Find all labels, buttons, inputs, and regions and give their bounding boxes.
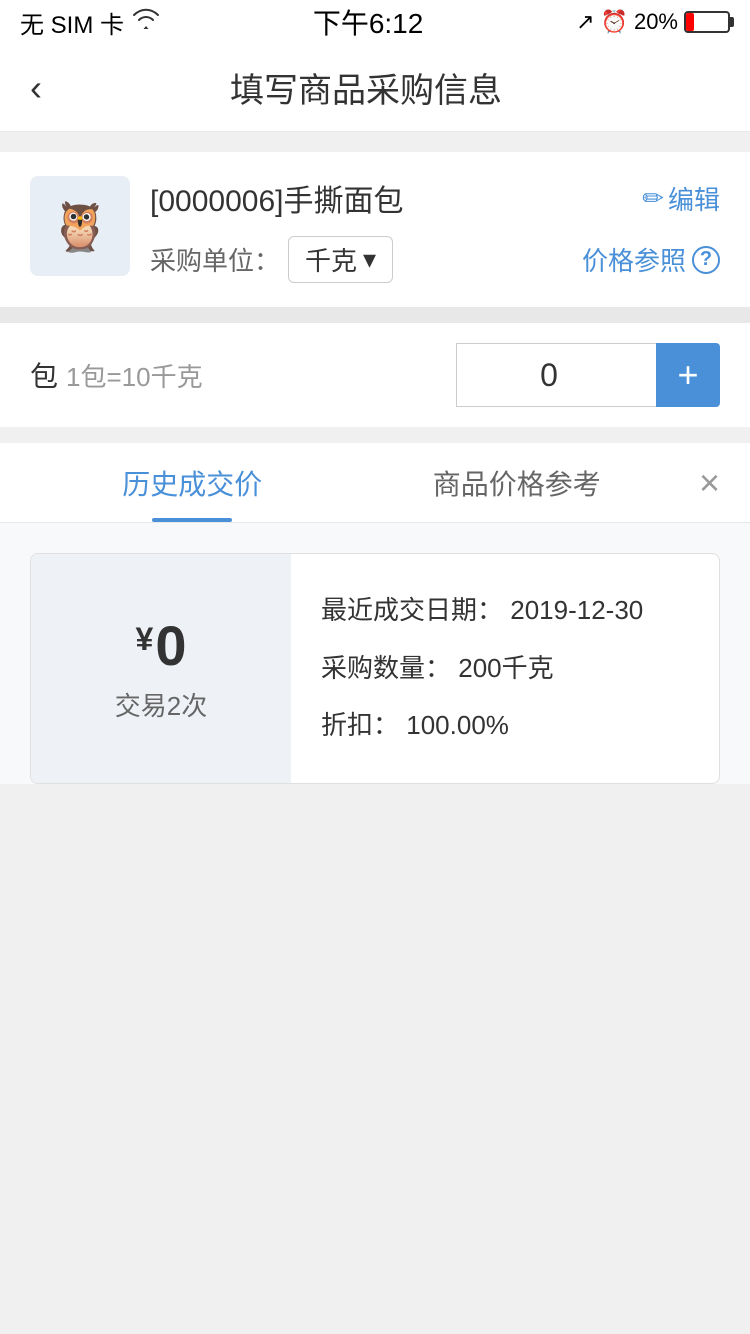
page-title: 填写商品采购信息 (62, 63, 670, 112)
section-divider (0, 307, 750, 323)
status-time: 下午6:12 (313, 2, 424, 42)
product-card: 🦉 [0000006]手撕面包 ✏ 编辑 采购单位： 千克 ▾ (0, 152, 750, 307)
tab-product-price-ref[interactable]: 商品价格参考 (354, 443, 678, 522)
unit-value: 千克 (305, 241, 357, 278)
header: ‹ 填写商品采购信息 (0, 44, 750, 132)
unit-label: 采购单位： (150, 241, 280, 278)
page-body: 历史成交价 商品价格参考 × ¥ 0 交易2次 最近成交日期： 2019-12-… (0, 443, 750, 1143)
unit-left: 采购单位： 千克 ▾ (150, 236, 393, 283)
quantity-plus-button[interactable]: + (656, 343, 720, 407)
product-name-row: [0000006]手撕面包 ✏ 编辑 (150, 176, 720, 220)
quantity-control: + (223, 343, 720, 407)
unit-bag: 包 1包=10千克 (30, 355, 203, 395)
tabs-close-button[interactable]: × (679, 462, 720, 504)
price-reference-button[interactable]: 价格参照 ? (582, 241, 720, 278)
discount-value: 100.00% (406, 710, 509, 740)
status-bar: 无 SIM 卡 下午6:12 ↗ ⏰ 20% (0, 0, 750, 44)
tab-history-price-label: 历史成交价 (122, 463, 262, 503)
quantity-input[interactable] (456, 343, 656, 407)
transaction-price-value: ¥ 0 (136, 613, 187, 678)
wifi-icon (132, 8, 160, 37)
back-button[interactable]: ‹ (30, 67, 62, 109)
unit-select-button[interactable]: 千克 ▾ (288, 236, 393, 283)
tab-history-price[interactable]: 历史成交价 (30, 443, 354, 522)
battery-icon (684, 11, 730, 33)
product-name: [0000006]手撕面包 (150, 176, 403, 220)
bag-conversion: 1包=10千克 (66, 357, 203, 394)
alarm-icon: ⏰ (601, 9, 628, 35)
transaction-discount: 折扣： 100.00% (321, 705, 689, 747)
product-details: [0000006]手撕面包 ✏ 编辑 采购单位： 千克 ▾ 价格参照 ? (150, 176, 720, 283)
qty-value: 200千克 (458, 653, 553, 683)
status-right: ↗ ⏰ 20% (576, 9, 730, 35)
tab-product-price-ref-label: 商品价格参考 (433, 463, 601, 503)
price-ref-label: 价格参照 (582, 241, 686, 278)
quantity-row: 包 1包=10千克 + (0, 323, 750, 427)
edit-label: 编辑 (668, 180, 720, 217)
battery-percent: 20% (634, 9, 678, 35)
transaction-count: 交易2次 (115, 686, 207, 723)
qty-label: 采购数量： (321, 653, 451, 683)
carrier-text: 无 SIM 卡 (20, 5, 124, 40)
product-thumbnail: 🦉 (30, 176, 130, 276)
tabs-container: 历史成交价 商品价格参考 × ¥ 0 交易2次 最近成交日期： 2019-12-… (0, 443, 750, 784)
tabs-header: 历史成交价 商品价格参考 × (0, 443, 750, 523)
product-row: 🦉 [0000006]手撕面包 ✏ 编辑 采购单位： 千克 ▾ (30, 176, 720, 283)
price-ref-info-icon: ? (692, 246, 720, 274)
edit-icon: ✏ (642, 183, 664, 214)
bag-icon: 包 (30, 355, 58, 395)
product-logo-icon: 🦉 (50, 198, 110, 255)
transaction-price-panel: ¥ 0 交易2次 (31, 554, 291, 783)
discount-label: 折扣： (321, 710, 399, 740)
status-left: 无 SIM 卡 (20, 5, 160, 40)
date-value: 2019-12-30 (510, 595, 643, 625)
dropdown-arrow-icon: ▾ (363, 244, 376, 275)
edit-button[interactable]: ✏ 编辑 (642, 180, 720, 217)
transaction-card: ¥ 0 交易2次 最近成交日期： 2019-12-30 采购数量： 200千克 … (30, 553, 720, 784)
currency-symbol: ¥ (136, 621, 154, 658)
transaction-details-panel: 最近成交日期： 2019-12-30 采购数量： 200千克 折扣： 100.0… (291, 554, 719, 783)
location-icon: ↗ (576, 9, 594, 35)
price-number: 0 (155, 613, 186, 678)
transaction-quantity: 采购数量： 200千克 (321, 648, 689, 690)
unit-row: 采购单位： 千克 ▾ 价格参照 ? (150, 236, 720, 283)
transaction-date: 最近成交日期： 2019-12-30 (321, 590, 689, 632)
date-label: 最近成交日期： (321, 595, 503, 625)
